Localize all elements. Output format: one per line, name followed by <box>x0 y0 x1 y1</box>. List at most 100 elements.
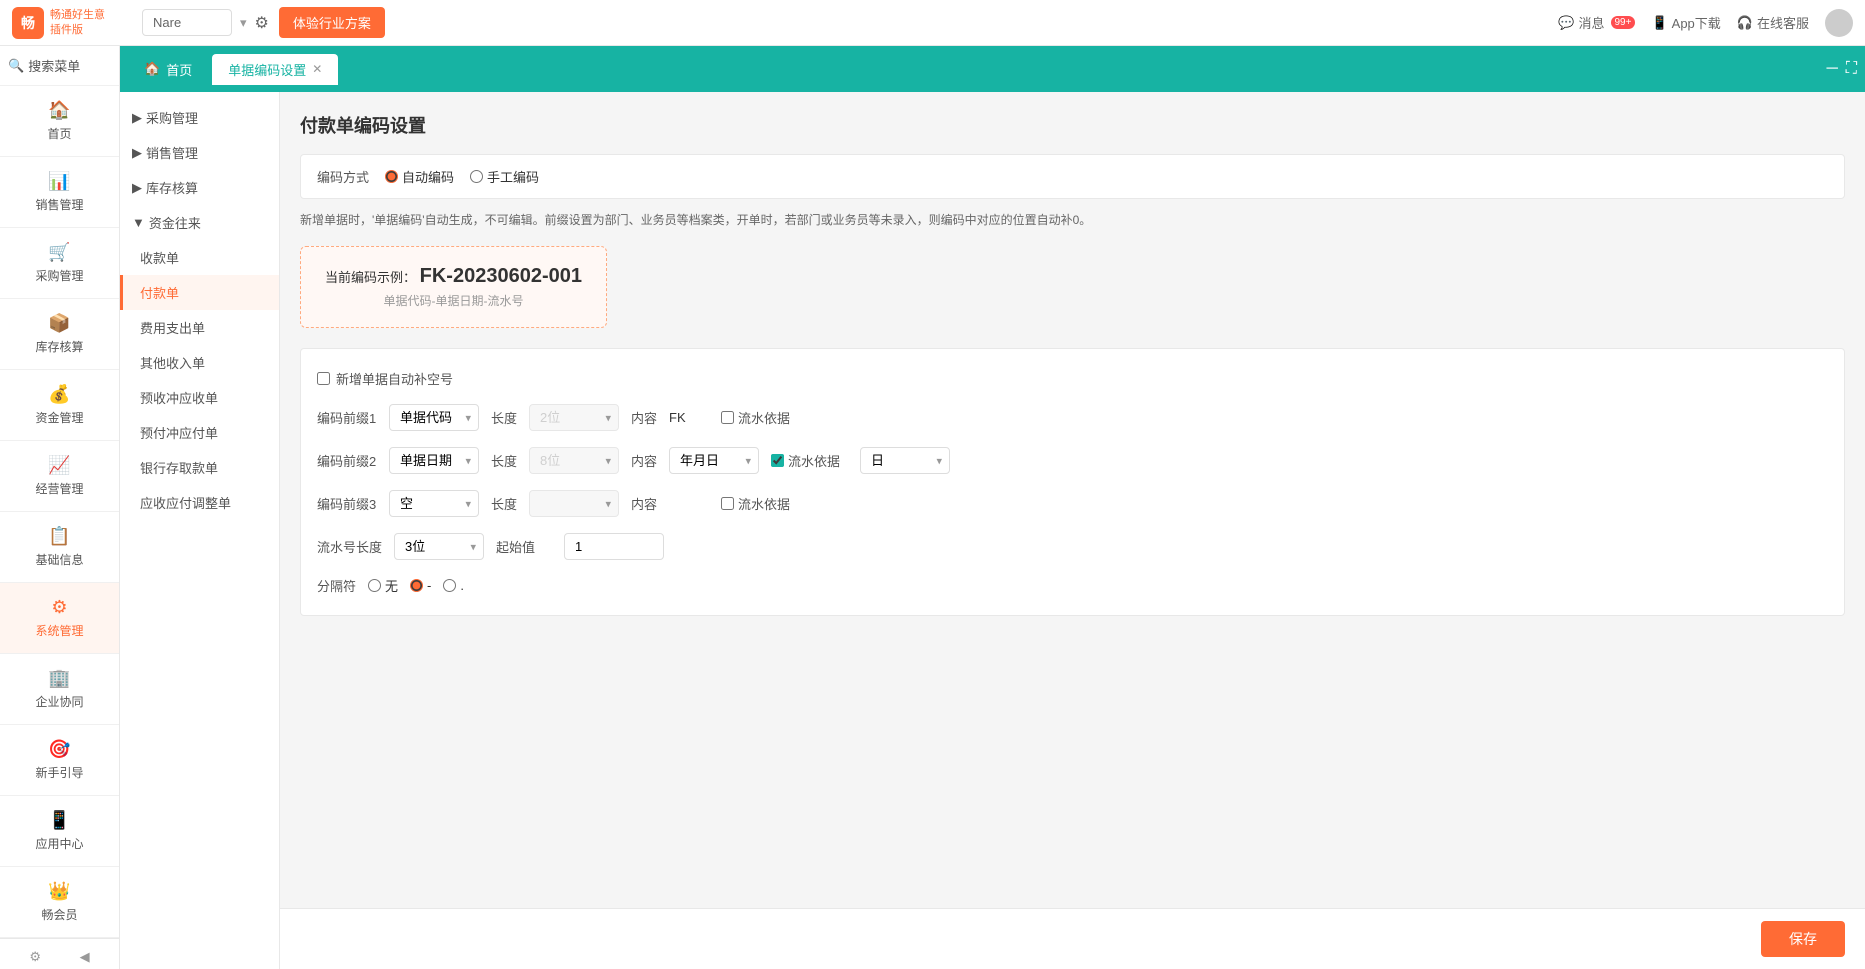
serial-length-label: 流水号长度 <box>317 537 382 556</box>
arrow-right-icon-2: ▶ <box>132 145 142 161</box>
sidebar-item-expense[interactable]: 费用支出单 <box>120 310 279 345</box>
prefix3-select[interactable]: 空 单据代码 部门 业务员 <box>389 490 479 517</box>
prefix2-serial-checkbox[interactable] <box>771 454 784 467</box>
purchase-icon: 🛒 <box>48 242 70 263</box>
settings-icon[interactable]: ⚙ <box>255 13 269 33</box>
service-icon: 🎧 <box>1737 15 1753 31</box>
prefix3-length-wrap <box>529 490 619 517</box>
prefix1-serial-checkbox[interactable] <box>721 411 734 424</box>
content-area: 🏠 首页 单据编码设置 ✕ ─ ⛶ ▶ 采购管理 <box>120 46 1865 969</box>
preview-label: 当前编码示例： FK-20230602-001 <box>325 265 582 288</box>
home-icon: 🏠 <box>48 100 70 121</box>
sidebar-item-sales[interactable]: 📊 销售管理 <box>0 157 119 228</box>
sidebar-item-system[interactable]: ⚙ 系统管理 <box>0 583 119 654</box>
sidebar-item-operation[interactable]: 📈 经营管理 <box>0 441 119 512</box>
group-inventory-title[interactable]: ▶ 库存核算 <box>120 170 279 205</box>
sidebar-item-receivable-adjust[interactable]: 应收应付调整单 <box>120 485 279 520</box>
group-sales-title[interactable]: ▶ 销售管理 <box>120 135 279 170</box>
prefix2-content-select[interactable]: 年月日 年月 年 <box>669 447 759 474</box>
sidebar-item-receipt[interactable]: 收款单 <box>120 240 279 275</box>
auto-fill-checkbox[interactable] <box>317 372 330 385</box>
sidebar-item-advance-receivable[interactable]: 预收冲应收单 <box>120 380 279 415</box>
group-capital-title[interactable]: ▼ 资金往来 <box>120 205 279 240</box>
info-text: 新增单据时，'单据编码'自动生成，不可编辑。前缀设置为部门、业务员等档案类，开单… <box>300 211 1845 230</box>
tab-home[interactable]: 🏠 首页 <box>128 54 208 85</box>
sidebar-item-purchase[interactable]: 🛒 采购管理 <box>0 228 119 299</box>
tab-close-icon[interactable]: ✕ <box>312 62 322 76</box>
encoding-method-section: 编码方式 自动编码 手工编码 <box>300 154 1845 199</box>
sidebar-item-home[interactable]: 🏠 首页 <box>0 86 119 157</box>
separator-none-radio[interactable] <box>368 579 381 592</box>
separator-dash-radio[interactable] <box>410 579 423 592</box>
sidebar-item-member[interactable]: 👑 畅会员 <box>0 867 119 938</box>
preview-desc: 单据代码-单据日期-流水号 <box>325 292 582 309</box>
app-download-button[interactable]: 📱 App下载 <box>1651 13 1720 32</box>
serial-length-select[interactable]: 3位 4位 5位 6位 <box>394 533 484 560</box>
member-icon: 👑 <box>48 881 70 902</box>
maximize-icon[interactable]: ⛶ <box>1846 60 1857 78</box>
separator-dash-option[interactable]: - <box>410 578 431 593</box>
prefix3-content-label: 内容 <box>631 494 657 513</box>
workspace-selector[interactable]: Nare <box>142 9 232 36</box>
finance-icon: 💰 <box>48 384 70 405</box>
prefix1-serial-wrap: 流水依据 <box>721 408 790 427</box>
prefix1-select[interactable]: 单据代码 部门 业务员 空 <box>389 404 479 431</box>
sidebar-item-enterprise[interactable]: 🏢 企业协同 <box>0 654 119 725</box>
separator-dot-radio[interactable] <box>443 579 456 592</box>
sidebar-item-other-income[interactable]: 其他收入单 <box>120 345 279 380</box>
prefix3-length-select[interactable] <box>529 490 619 517</box>
enterprise-icon: 🏢 <box>48 668 70 689</box>
sidebar-item-basic[interactable]: 📋 基础信息 <box>0 512 119 583</box>
group-capital: ▼ 资金往来 收款单 付款单 费用支出单 其他收入单 预收冲应收单 预付冲应付单… <box>120 205 279 520</box>
prefix3-serial-wrap: 流水依据 <box>721 494 790 513</box>
separator-none-option[interactable]: 无 <box>368 576 398 595</box>
prefix3-row: 编码前缀3 空 单据代码 部门 业务员 长度 <box>317 490 1828 517</box>
group-sales: ▶ 销售管理 <box>120 135 279 170</box>
chevron-down-icon[interactable]: ▾ <box>240 15 247 31</box>
sidebar-item-bank-deposit[interactable]: 银行存取款单 <box>120 450 279 485</box>
manual-code-option[interactable]: 手工编码 <box>470 167 539 186</box>
sidebar-item-advance-payable[interactable]: 预付冲应付单 <box>120 415 279 450</box>
start-value-input[interactable] <box>564 533 664 560</box>
save-button[interactable]: 保存 <box>1761 921 1845 957</box>
prefix1-content-value: FK <box>669 405 709 430</box>
serial-length-select-wrap: 3位 4位 5位 6位 <box>394 533 484 560</box>
operation-icon: 📈 <box>48 455 70 476</box>
group-purchase-title[interactable]: ▶ 采购管理 <box>120 100 279 135</box>
group-inventory: ▶ 库存核算 <box>120 170 279 205</box>
prefix1-label: 编码前缀1 <box>317 408 377 427</box>
experience-button[interactable]: 体验行业方案 <box>279 7 385 38</box>
inner-layout: ▶ 采购管理 ▶ 销售管理 ▶ 库存核算 <box>120 92 1865 969</box>
prefix2-length-select[interactable]: 8位 <box>529 447 619 474</box>
page-title: 付款单编码设置 <box>300 112 1845 138</box>
minimize-icon[interactable]: ─ <box>1826 60 1837 78</box>
prefix2-row: 编码前缀2 单据日期 单据代码 部门 业务员 空 长度 <box>317 447 1828 474</box>
user-avatar[interactable] <box>1825 9 1853 37</box>
prefix2-day-select[interactable]: 日 月 年 <box>860 447 950 474</box>
sidebar-item-finance[interactable]: 💰 资金管理 <box>0 370 119 441</box>
prefix2-select[interactable]: 单据日期 单据代码 部门 业务员 空 <box>389 447 479 474</box>
auto-code-radio[interactable] <box>385 170 398 183</box>
separator-dot-option[interactable]: . <box>443 578 464 593</box>
messages-button[interactable]: 💬 消息 99+ <box>1558 13 1635 32</box>
sidebar-item-inventory[interactable]: 📦 库存核算 <box>0 299 119 370</box>
bottom-settings-icon[interactable]: ⚙ <box>29 949 41 965</box>
arrow-right-icon-3: ▶ <box>132 180 142 196</box>
auto-code-option[interactable]: 自动编码 <box>385 167 454 186</box>
sidebar-item-newguide[interactable]: 🎯 新手引导 <box>0 725 119 796</box>
sidebar-item-appcenter[interactable]: 📱 应用中心 <box>0 796 119 867</box>
prefix1-length-select[interactable]: 2位 <box>529 404 619 431</box>
search-menu[interactable]: 🔍 搜索菜单 <box>0 46 119 86</box>
prefix1-row: 编码前缀1 单据代码 部门 业务员 空 长度 <box>317 404 1828 431</box>
collapse-icon[interactable]: ◀ <box>80 949 90 965</box>
prefix3-serial-checkbox[interactable] <box>721 497 734 510</box>
tab-code-setting[interactable]: 单据编码设置 ✕ <box>212 54 338 85</box>
inventory-icon: 📦 <box>48 313 70 334</box>
online-service-button[interactable]: 🎧 在线客服 <box>1737 13 1809 32</box>
prefix2-label: 编码前缀2 <box>317 451 377 470</box>
prefix1-select-wrap: 单据代码 部门 业务员 空 <box>389 404 479 431</box>
sidebar-item-payment[interactable]: 付款单 <box>120 275 279 310</box>
start-value-wrap: 起始值 <box>496 533 664 560</box>
manual-code-radio[interactable] <box>470 170 483 183</box>
auto-fill-row: 新增单据自动补空号 <box>317 369 1828 388</box>
